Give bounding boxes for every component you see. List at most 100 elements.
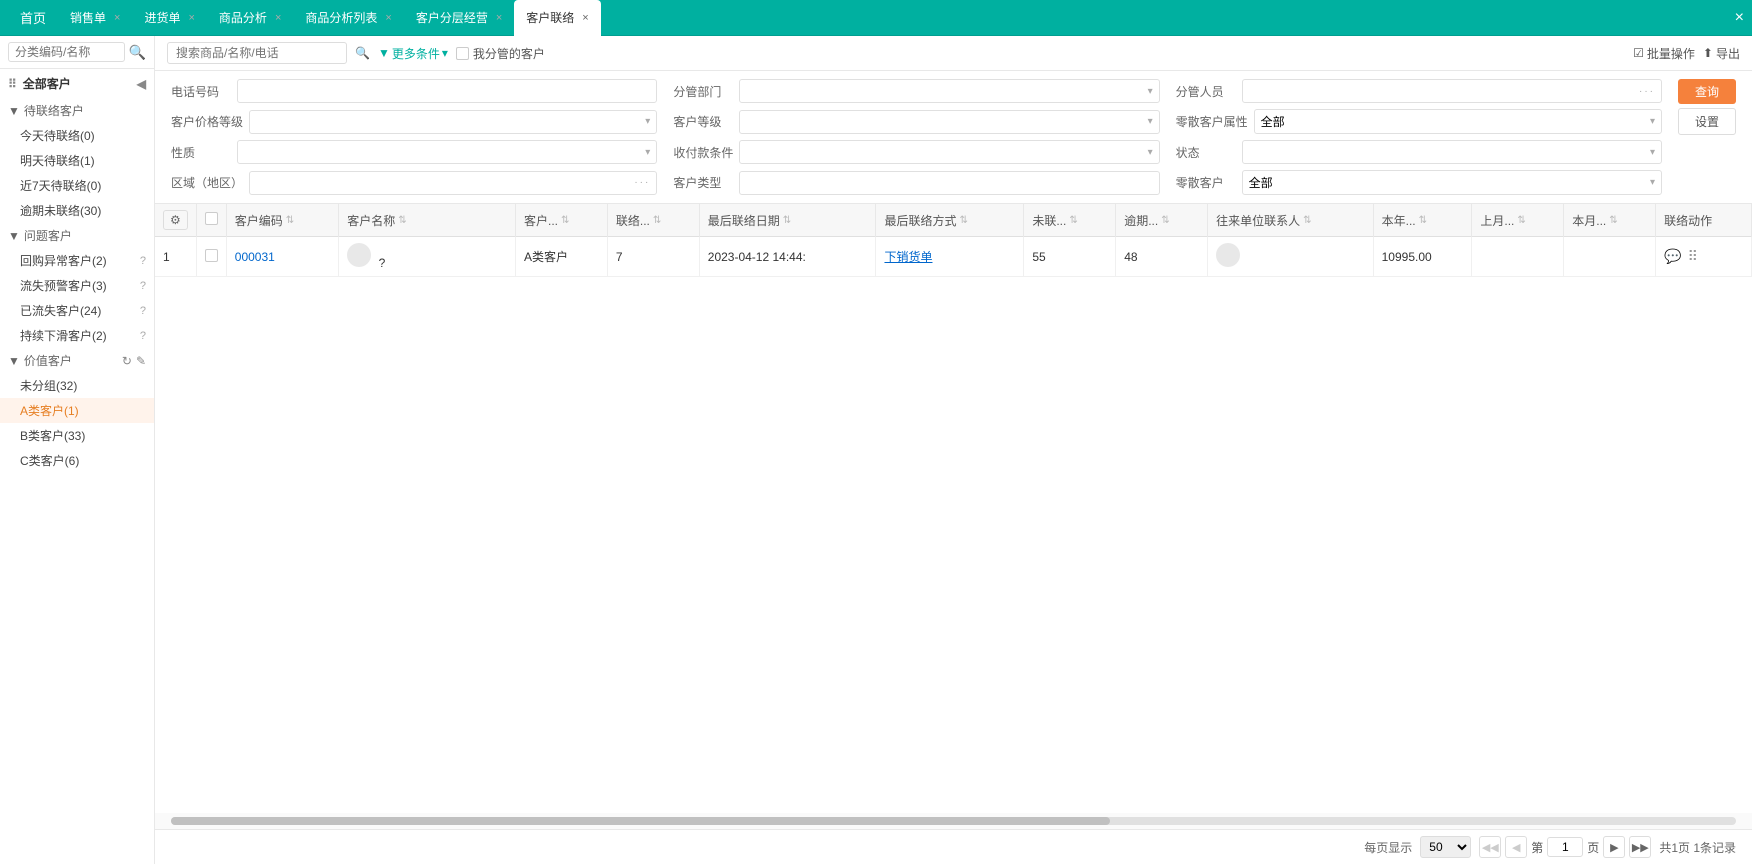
nav-tab-purchase[interactable]: 进货单 × xyxy=(132,0,206,36)
query-button[interactable]: 查询 xyxy=(1678,79,1736,104)
nav-tab-analysis[interactable]: 商品分析 × xyxy=(207,0,293,36)
th-name-sort-icon[interactable]: ⇅ xyxy=(398,215,406,226)
th-this-year-sort-icon[interactable]: ⇅ xyxy=(1419,215,1427,226)
customer-name-suffix: ? xyxy=(379,256,386,270)
prev-page-btn[interactable]: ◀ xyxy=(1505,836,1527,858)
sidebar-item-repurchase[interactable]: 回购异常客户(2) ? xyxy=(0,248,154,273)
sidebar-collapse-icon[interactable]: ◀ xyxy=(137,77,146,91)
sidebar-item-b-class[interactable]: B类客户(33) xyxy=(0,423,154,448)
price-grade-select[interactable]: ▾ xyxy=(249,110,657,134)
select-all-checkbox[interactable] xyxy=(205,212,218,225)
row-checkbox[interactable] xyxy=(205,249,218,262)
table-settings-btn[interactable]: ⚙ xyxy=(163,210,188,230)
customer-table: ⚙ 客户编码 ⇅ 客户名称 xyxy=(155,204,1752,277)
cell-this-month xyxy=(1564,237,1656,277)
my-customers-checkbox-label[interactable]: 我分管的客户 xyxy=(456,45,545,62)
th-contact-count-sort-icon[interactable]: ⇅ xyxy=(653,215,661,226)
more-filters-btn[interactable]: ▼ 更多条件 ▾ xyxy=(378,45,448,62)
sidebar-item-overdue[interactable]: 逾期未联络(30) xyxy=(0,198,154,223)
nav-tab-analysis-close[interactable]: × xyxy=(275,12,281,24)
region-more-icon[interactable]: ··· xyxy=(634,177,650,188)
chat-icon[interactable]: 💬 xyxy=(1664,248,1681,265)
nav-tab-sales-close[interactable]: × xyxy=(114,12,120,24)
scrollbar-thumb[interactable] xyxy=(171,817,1110,825)
export-btn[interactable]: ⬆ 导出 xyxy=(1703,45,1740,62)
batch-op-btn[interactable]: ☑ 批量操作 xyxy=(1633,45,1695,62)
nav-tab-customer-contact[interactable]: 客户联络 × xyxy=(514,0,600,36)
sidebar-item-unsorted-label: 未分组(32) xyxy=(20,377,77,394)
sidebar-group-pending[interactable]: ▼ 待联络客户 xyxy=(0,98,154,123)
sidebar-item-churn-warning[interactable]: 流失预警客户(3) ? xyxy=(0,273,154,298)
my-customers-checkbox[interactable] xyxy=(456,47,469,60)
sidebar-item-7days-label: 近7天待联络(0) xyxy=(20,177,101,194)
nav-tab-customer-segment[interactable]: 客户分层经营 × xyxy=(404,0,514,36)
th-cust-type-sort-icon[interactable]: ⇅ xyxy=(561,215,569,226)
region-input[interactable]: ··· xyxy=(249,171,657,195)
retail-cust-select[interactable]: 全部 ▾ xyxy=(1242,170,1662,195)
retail-attr-select[interactable]: 全部 ▾ xyxy=(1254,109,1662,134)
cust-grade-select[interactable]: ▾ xyxy=(739,110,1159,134)
nav-tab-purchase-close[interactable]: × xyxy=(188,12,194,24)
nav-tab-analysis-list[interactable]: 商品分析列表 × xyxy=(293,0,403,36)
sidebar-item-7days[interactable]: 近7天待联络(0) xyxy=(0,173,154,198)
th-this-month-sort-icon[interactable]: ⇅ xyxy=(1609,215,1617,226)
search-icon[interactable]: 🔍 xyxy=(355,46,370,60)
cust-type-input[interactable] xyxy=(739,171,1159,195)
page-size-select[interactable]: 50 10 20 100 xyxy=(1420,836,1471,858)
nature-select[interactable]: ▾ xyxy=(237,140,657,164)
contact-method-link[interactable]: 下销货单 xyxy=(884,250,932,264)
cell-code[interactable]: 000031 xyxy=(226,237,339,277)
setting-button[interactable]: 设置 xyxy=(1678,108,1736,135)
sidebar-item-declining[interactable]: 持续下滑客户(2) ? xyxy=(0,323,154,348)
sidebar-item-tomorrow[interactable]: 明天待联络(1) xyxy=(0,148,154,173)
advanced-filter: 电话号码 分管部门 ▾ 分管人员 ··· xyxy=(155,71,1752,204)
sidebar-search-input[interactable] xyxy=(8,42,125,62)
th-last-month-sort-icon[interactable]: ⇅ xyxy=(1517,215,1525,226)
sidebar-item-a-class[interactable]: A类客户(1) xyxy=(0,398,154,423)
cell-actions: 💬 ⠿ xyxy=(1656,237,1752,277)
status-select[interactable]: ▾ xyxy=(1242,140,1662,164)
th-overdue-sort-icon[interactable]: ⇅ xyxy=(1161,215,1169,226)
th-contacts-sort-icon[interactable]: ⇅ xyxy=(1303,215,1311,226)
nav-tab-analysis-list-close[interactable]: × xyxy=(385,12,391,24)
nav-tab-customer-contact-close[interactable]: × xyxy=(582,12,588,24)
phone-input[interactable] xyxy=(237,79,657,103)
nav-tab-customer-segment-close[interactable]: × xyxy=(496,12,502,24)
th-last-contact-date-sort-icon[interactable]: ⇅ xyxy=(783,215,791,226)
global-close-btn[interactable]: × xyxy=(1735,9,1744,27)
qr-icon[interactable]: ⠿ xyxy=(1688,248,1698,265)
current-page-input[interactable] xyxy=(1547,837,1583,857)
sidebar-group-problem[interactable]: ▼ 问题客户 xyxy=(0,223,154,248)
next-page-btn[interactable]: ▶ xyxy=(1603,836,1625,858)
sidebar-search-icon[interactable]: 🔍 xyxy=(129,44,146,61)
th-not-contacted-sort-icon[interactable]: ⇅ xyxy=(1069,215,1077,226)
filter-cell-status: 状态 ▾ xyxy=(1168,140,1670,164)
payment-select[interactable]: ▾ xyxy=(739,140,1159,164)
sidebar-item-churned-label: 已流失客户(24) xyxy=(20,302,101,319)
horizontal-scrollbar[interactable] xyxy=(155,813,1752,829)
sidebar-group-value[interactable]: ▼ 价值客户 ↻ ✎ xyxy=(0,348,154,373)
manager-more-icon[interactable]: ··· xyxy=(1639,86,1655,97)
nav-tab-sales[interactable]: 销售单 × xyxy=(58,0,132,36)
scrollbar-track[interactable] xyxy=(171,817,1736,825)
th-last-contact-method-sort-icon[interactable]: ⇅ xyxy=(959,215,967,226)
cell-last-month xyxy=(1472,237,1564,277)
nav-home[interactable]: 首页 xyxy=(8,8,58,27)
manager-input[interactable]: ··· xyxy=(1242,79,1662,103)
th-code-sort-icon[interactable]: ⇅ xyxy=(286,215,294,226)
status-label: 状态 xyxy=(1176,144,1236,161)
th-code-label: 客户编码 xyxy=(235,212,283,229)
search-input[interactable] xyxy=(167,42,347,64)
dept-select[interactable]: ▾ xyxy=(739,79,1159,103)
sidebar-item-churned[interactable]: 已流失客户(24) ? xyxy=(0,298,154,323)
sidebar-item-today[interactable]: 今天待联络(0) xyxy=(0,123,154,148)
sidebar-item-c-class[interactable]: C类客户(6) xyxy=(0,448,154,473)
sidebar-all-customers[interactable]: ⠿ 全部客户 ◀ xyxy=(0,69,154,98)
value-group-edit-icon[interactable]: ✎ xyxy=(136,354,146,368)
cell-checkbox xyxy=(196,237,226,277)
first-page-btn[interactable]: ◀◀ xyxy=(1479,836,1501,858)
value-group-refresh-icon[interactable]: ↻ xyxy=(122,354,132,368)
sidebar-item-unsorted[interactable]: 未分组(32) xyxy=(0,373,154,398)
payment-arrow-icon: ▾ xyxy=(1148,147,1153,158)
last-page-btn[interactable]: ▶▶ xyxy=(1629,836,1651,858)
